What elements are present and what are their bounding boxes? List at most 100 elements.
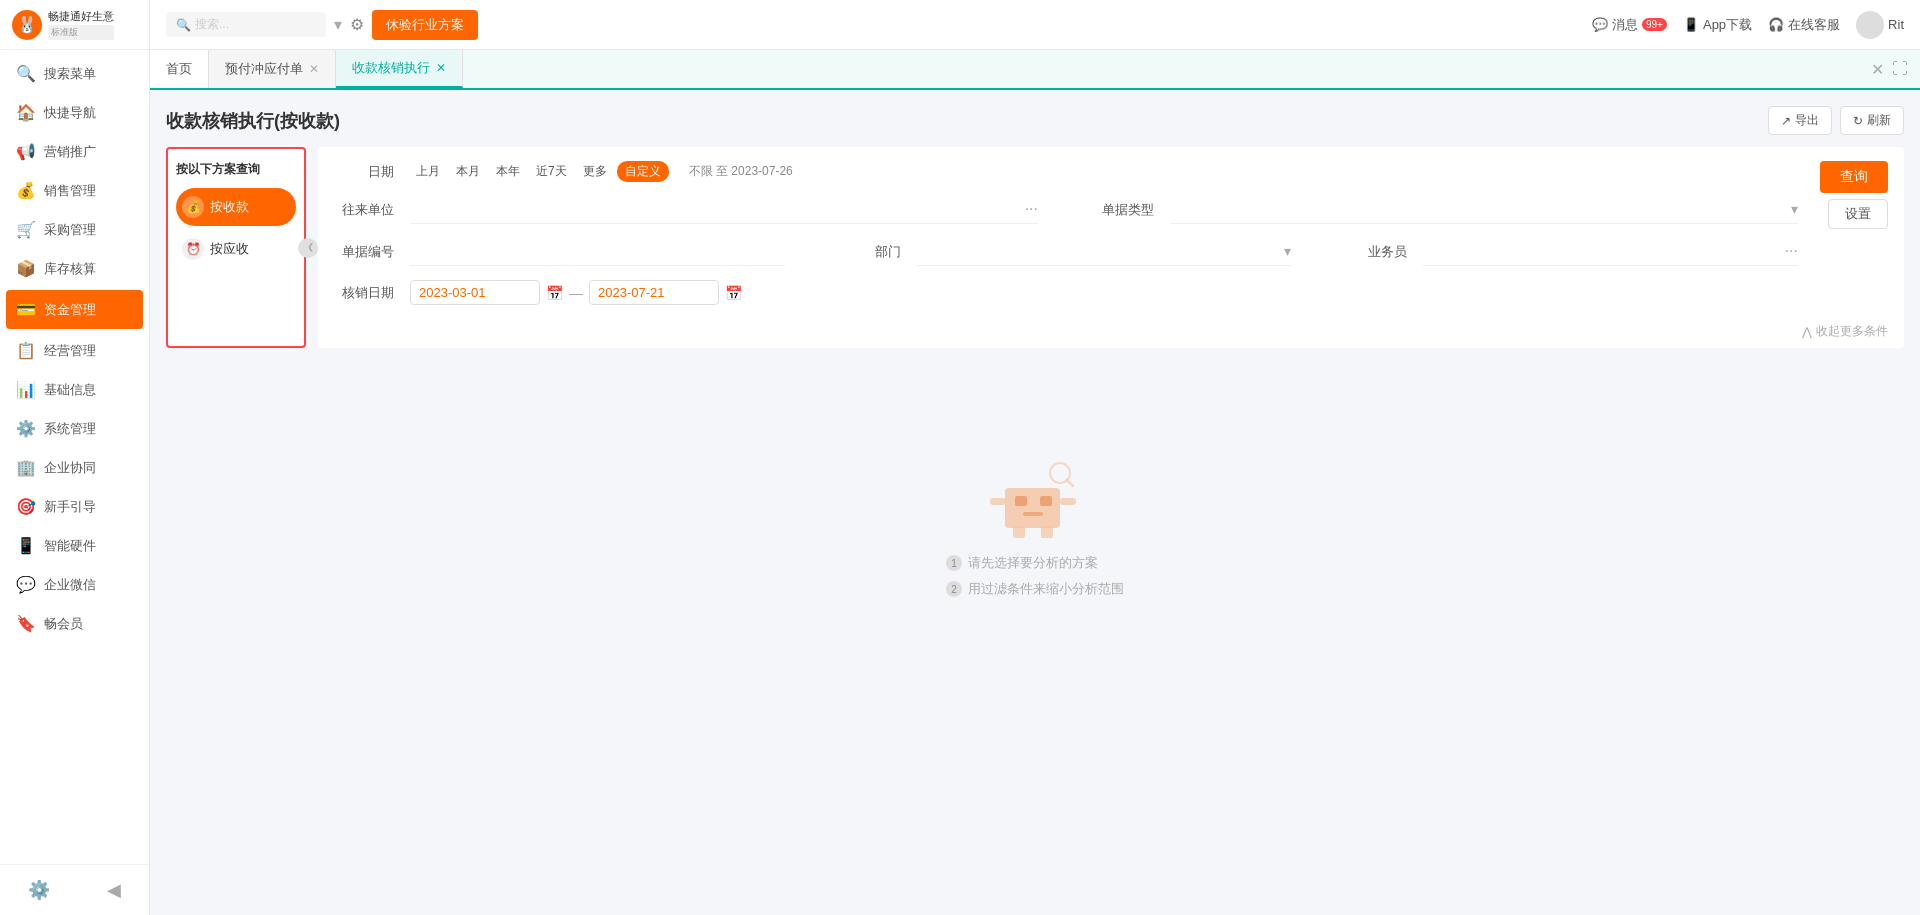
tab-close-all-icon[interactable]: ✕	[1871, 60, 1884, 79]
tip-num-2: 2	[946, 581, 962, 597]
svg-rect-7	[1041, 526, 1053, 538]
inventory-icon: 📦	[16, 259, 36, 278]
svg-rect-5	[1060, 498, 1076, 505]
filter-option-by-receivable[interactable]: ⏰ 按应收	[176, 230, 296, 268]
header-search-box[interactable]: 🔍 搜索...	[166, 12, 326, 37]
filter-panel-title: 按以下方案查询	[176, 161, 296, 178]
date-btn-more[interactable]: 更多	[577, 161, 613, 182]
industry-btn[interactable]: 休验行业方案	[372, 10, 478, 40]
empty-tip-1-text: 请先选择要分析的方案	[968, 554, 1098, 572]
date-label: 日期	[334, 163, 394, 181]
settings-bottom-icon[interactable]: ⚙️	[20, 875, 58, 905]
tip-num-1: 1	[946, 555, 962, 571]
writeoff-date-label: 核销日期	[334, 284, 394, 302]
tab-receipt-close-icon[interactable]: ✕	[436, 61, 446, 75]
doc-type-input[interactable]	[1170, 196, 1791, 221]
user-profile[interactable]: Rit	[1856, 11, 1904, 39]
filter-left-panel: 按以下方案查询 💰 按收款 ⏰ 按应收 《	[166, 147, 306, 348]
svg-rect-4	[990, 498, 1006, 505]
date-range-display: 不限 至 2023-07-26	[689, 163, 793, 180]
sidebar-item-enterprise[interactable]: 🏢 企业协同	[0, 448, 149, 487]
sidebar-item-basic[interactable]: 📊 基础信息	[0, 370, 149, 409]
basic-icon: 📊	[16, 380, 36, 399]
app-logo: 🐰 畅捷通好生意 标准版	[0, 0, 149, 50]
doc-type-dropdown-icon[interactable]: ▾	[1791, 201, 1798, 217]
page-content: 收款核销执行(按收款) ↗ 导出 ↻ 刷新 按以下方案查询 💰 按收款	[150, 90, 1920, 915]
sidebar-item-member[interactable]: 🔖 畅会员	[0, 604, 149, 643]
dept-input[interactable]	[917, 238, 1285, 263]
gear-icon[interactable]: ⚙	[350, 15, 364, 34]
page-actions: ↗ 导出 ↻ 刷新	[1768, 106, 1904, 135]
collapse-more-button[interactable]: ⋀ 收起更多条件	[334, 323, 1888, 340]
doc-no-input[interactable]	[410, 238, 785, 263]
tab-home[interactable]: 首页	[150, 50, 209, 88]
writeoff-start-input[interactable]	[410, 280, 540, 305]
app-download-icon: 📱	[1683, 17, 1699, 32]
sidebar-item-system[interactable]: ⚙️ 系统管理	[0, 409, 149, 448]
writeoff-end-calendar-icon[interactable]: 📅	[725, 285, 742, 301]
date-btn-7days[interactable]: 近7天	[530, 161, 573, 182]
svg-rect-1	[1015, 496, 1027, 506]
sidebar-item-hardware[interactable]: 📱 智能硬件	[0, 526, 149, 565]
tab-prepay-close-icon[interactable]: ✕	[309, 62, 319, 76]
ops-icon: 📋	[16, 341, 36, 360]
writeoff-end-input[interactable]	[589, 280, 719, 305]
refresh-button[interactable]: ↻ 刷新	[1840, 106, 1904, 135]
sidebar-item-purchase[interactable]: 🛒 采购管理	[0, 210, 149, 249]
sidebar-label-finance: 资金管理	[44, 301, 96, 319]
date-btn-this-year[interactable]: 本年	[490, 161, 526, 182]
sidebar-item-quick[interactable]: 🏠 快捷导航	[0, 93, 149, 132]
message-label: 消息	[1612, 16, 1638, 34]
receipt-option-icon: 💰	[182, 196, 204, 218]
sidebar-label-member: 畅会员	[44, 615, 83, 633]
empty-illustration	[985, 448, 1085, 538]
counterparty-input[interactable]	[410, 196, 1025, 221]
page-title: 收款核销执行(按收款)	[166, 109, 340, 133]
receivable-option-icon: ⏰	[182, 238, 204, 260]
online-service-button[interactable]: 🎧 在线客服	[1768, 16, 1840, 34]
query-button[interactable]: 查询	[1820, 161, 1888, 193]
sidebar-label-enterprise: 企业协同	[44, 459, 96, 477]
tab-prepay-label: 预付冲应付单	[225, 60, 303, 78]
filter-row-writeoff: 核销日期 📅 — 📅	[334, 280, 1798, 305]
search-icon-header: 🔍	[176, 18, 191, 32]
export-label: 导出	[1795, 112, 1819, 129]
user-avatar	[1856, 11, 1884, 39]
app-download-button[interactable]: 📱 App下载	[1683, 16, 1752, 34]
message-count-badge: 99+	[1642, 18, 1667, 31]
sidebar-label-marketing: 营销推广	[44, 143, 96, 161]
main-content: 🔍 搜索... ▾ ⚙ 休验行业方案 💬 消息 99+ 📱 App下载 🎧 在线…	[150, 0, 1920, 915]
sidebar-item-finance[interactable]: 💳 资金管理	[6, 290, 143, 329]
sidebar-item-search[interactable]: 🔍 搜索菜单	[0, 54, 149, 93]
salesperson-input[interactable]	[1423, 238, 1784, 263]
sidebar-item-wechat[interactable]: 💬 企业微信	[0, 565, 149, 604]
sidebar-label-quick: 快捷导航	[44, 104, 96, 122]
dropdown-arrow-icon[interactable]: ▾	[334, 15, 342, 34]
sidebar-item-marketing[interactable]: 📢 营销推广	[0, 132, 149, 171]
svg-rect-3	[1023, 512, 1043, 516]
tab-expand-icon[interactable]: ⛶	[1892, 60, 1908, 78]
counterparty-select-icon[interactable]: ···	[1025, 200, 1038, 218]
writeoff-start-calendar-icon[interactable]: 📅	[546, 285, 563, 301]
export-button[interactable]: ↗ 导出	[1768, 106, 1832, 135]
sidebar-item-inventory[interactable]: 📦 库存核算	[0, 249, 149, 288]
tab-prepay[interactable]: 预付冲应付单 ✕	[209, 50, 336, 88]
message-button[interactable]: 💬 消息 99+	[1592, 16, 1667, 34]
settings-button[interactable]: 设置	[1828, 199, 1888, 229]
tab-receipt-label: 收款核销执行	[352, 59, 430, 77]
sidebar-nav: 🔍 搜索菜单 🏠 快捷导航 📢 营销推广 💰 销售管理 🛒 采购管理 📦 库存核…	[0, 50, 149, 864]
collapse-filter-arrow[interactable]: 《	[298, 238, 318, 258]
date-btn-this-month[interactable]: 本月	[450, 161, 486, 182]
date-btn-custom[interactable]: 自定义	[617, 161, 669, 182]
sidebar-label-basic: 基础信息	[44, 381, 96, 399]
guide-icon: 🎯	[16, 497, 36, 516]
sidebar-item-guide[interactable]: 🎯 新手引导	[0, 487, 149, 526]
dept-dropdown-icon[interactable]: ▾	[1284, 243, 1291, 259]
salesperson-select-icon[interactable]: ···	[1785, 242, 1798, 260]
date-btn-last-month[interactable]: 上月	[410, 161, 446, 182]
collapse-sidebar-icon[interactable]: ◀	[99, 875, 129, 905]
sidebar-item-sales[interactable]: 💰 销售管理	[0, 171, 149, 210]
sidebar-item-ops[interactable]: 📋 经营管理	[0, 331, 149, 370]
filter-option-by-receipt[interactable]: 💰 按收款	[176, 188, 296, 226]
tab-receipt[interactable]: 收款核销执行 ✕	[336, 50, 463, 88]
